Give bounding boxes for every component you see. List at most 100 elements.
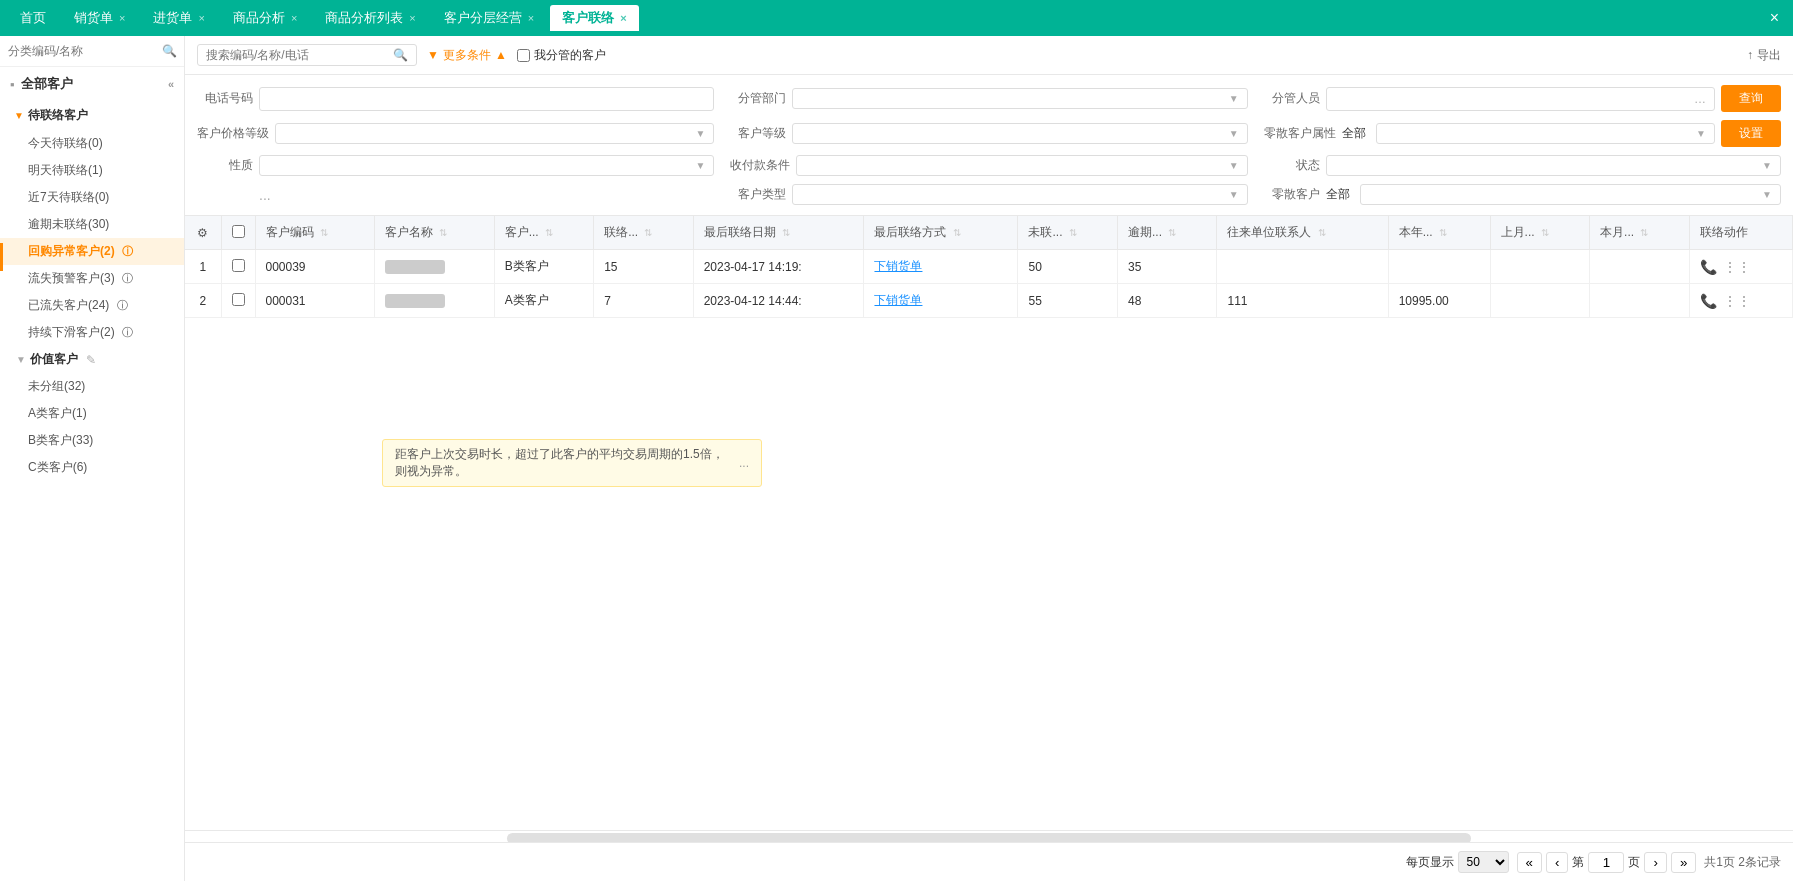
row1-phone-icon[interactable]: 📞 [1700,259,1717,275]
close-customer-contact-tab[interactable]: × [620,12,626,24]
col-last-month-label: 上月... [1501,225,1535,239]
horizontal-scrollbar[interactable] [185,830,1793,842]
repurchase-anomaly-info-icon[interactable]: ⓘ [122,245,133,257]
export-btn[interactable]: ↑ 导出 [1747,47,1781,64]
sidebar-week-pending[interactable]: 近7天待联络(0) [0,184,184,211]
row2-method-link[interactable]: 下销货单 [874,293,922,307]
last-page-btn[interactable]: » [1671,852,1696,873]
all-customers-section[interactable]: ▪ 全部客户 « [0,67,184,101]
first-page-btn[interactable]: « [1517,852,1542,873]
search-icon[interactable]: 🔍 [393,48,408,62]
sidebar-tomorrow-pending[interactable]: 明天待联络(1) [0,157,184,184]
customer-level-down-icon: ▼ [1229,128,1239,139]
sidebar-today-pending[interactable]: 今天待联络(0) [0,130,184,157]
row1-method-link[interactable]: 下销货单 [874,259,922,273]
sidebar-overdue-pending[interactable]: 逾期未联络(30) [0,211,184,238]
query-btn[interactable]: 查询 [1721,85,1781,112]
sidebar-b-class[interactable]: B类客户(33) [0,427,184,454]
col-type-header[interactable]: 客户... ⇅ [494,216,594,250]
filter-phone-input[interactable] [259,87,714,111]
row2-last-method[interactable]: 下销货单 [864,284,1018,318]
sidebar-search-input[interactable] [8,44,158,58]
filter-customer-type-select[interactable]: ▼ [792,184,1247,205]
row2-overdue: 48 [1117,284,1217,318]
phone-input-field[interactable] [268,92,705,106]
tooltip-more-icon[interactable]: ... [739,456,749,470]
value-group-arrow[interactable]: ▼ [16,354,26,365]
tab-analysis[interactable]: 商品分析 × [221,5,309,31]
close-purchase-tab[interactable]: × [198,12,204,24]
page-input[interactable] [1588,852,1624,873]
col-overdue-header[interactable]: 逾期... ⇅ [1117,216,1217,250]
filter-retail-attr-select[interactable]: ▼ [1376,123,1715,144]
col-name-header[interactable]: 客户名称 ⇅ [375,216,495,250]
tab-customer-contact[interactable]: 客户联络 × [550,5,638,31]
filter-more-btn[interactable]: ▼ 更多条件 ▲ [427,47,507,64]
row1-check[interactable] [232,259,245,272]
filter-dept-select[interactable]: ▼ [792,88,1247,109]
col-contact-header[interactable]: 联络... ⇅ [594,216,694,250]
filter-price-level-select[interactable]: ▼ [275,123,714,144]
filter-status-select[interactable]: ▼ [1326,155,1781,176]
col-code-header[interactable]: 客户编码 ⇅ [255,216,375,250]
my-customer-checkbox[interactable] [517,49,530,62]
lost-preview-info-icon[interactable]: ⓘ [122,272,133,284]
col-pending-header[interactable]: 未联... ⇅ [1018,216,1118,250]
sidebar-lost-preview[interactable]: 流失预警客户(3) ⓘ [0,265,184,292]
sidebar-collapse-btn[interactable]: « [168,78,174,90]
filter-manager-select[interactable]: … [1326,87,1715,111]
value-group-edit-icon[interactable]: ✎ [86,353,96,367]
close-window-btn[interactable]: × [1764,9,1785,27]
col-last-month-header[interactable]: 上月... ⇅ [1490,216,1590,250]
close-sales-tab[interactable]: × [119,12,125,24]
pending-group[interactable]: ▼ 待联络客户 [0,101,184,130]
sidebar-repurchase-anomaly[interactable]: 回购异常客户(2) ⓘ [0,238,184,265]
search-input[interactable] [206,48,389,62]
col-overdue-sort-icon: ⇅ [1168,227,1176,238]
prev-page-btn[interactable]: ‹ [1546,852,1568,873]
col-last-date-header[interactable]: 最后联络日期 ⇅ [693,216,864,250]
sidebar-already-lost[interactable]: 已流失客户(24) ⓘ [0,292,184,319]
close-customer-tier-tab[interactable]: × [528,12,534,24]
col-settings[interactable]: ⚙ [185,216,221,250]
tab-analysis-list[interactable]: 商品分析列表 × [313,5,427,31]
sidebar-c-class[interactable]: C类客户(6) [0,454,184,481]
sidebar-ungroup[interactable]: 未分组(32) [0,373,184,400]
tab-home[interactable]: 首页 [8,5,58,31]
row1-checkbox[interactable] [221,250,255,284]
col-last-method-header[interactable]: 最后联络方式 ⇅ [864,216,1018,250]
col-checkbox[interactable] [221,216,255,250]
row2-more-icon[interactable]: ⋮⋮ [1723,293,1751,309]
filter-more-dots[interactable]: ... [259,187,271,203]
filter-customer-level-select[interactable]: ▼ [792,123,1247,144]
filter-gender-select[interactable]: ▼ [259,155,714,176]
tab-purchase[interactable]: 进货单 × [141,5,216,31]
close-analysis-list-tab[interactable]: × [409,12,415,24]
my-customer-checkbox-wrap[interactable]: 我分管的客户 [517,47,606,64]
col-last-date-label: 最后联络日期 [704,225,776,239]
sidebar-search-icon[interactable]: 🔍 [162,44,177,58]
already-lost-info-icon[interactable]: ⓘ [117,299,128,311]
sidebar-keep-dropping[interactable]: 持续下滑客户(2) ⓘ [0,319,184,346]
col-unit-contact-header[interactable]: 往来单位联系人 ⇅ [1217,216,1388,250]
row2-checkbox[interactable] [221,284,255,318]
settings-btn[interactable]: 设置 [1721,120,1781,147]
keep-dropping-info-icon[interactable]: ⓘ [122,326,133,338]
select-all-checkbox[interactable] [232,225,245,238]
sidebar-a-class[interactable]: A类客户(1) [0,400,184,427]
page-size-select-wrap: 每页显示 20 50 100 [1406,851,1509,873]
row1-last-method[interactable]: 下销货单 [864,250,1018,284]
per-page-select[interactable]: 20 50 100 [1458,851,1509,873]
tab-customer-tier[interactable]: 客户分层经营 × [432,5,546,31]
tab-sales[interactable]: 销货单 × [62,5,137,31]
col-this-month-header[interactable]: 本月... ⇅ [1590,216,1690,250]
col-this-year-header[interactable]: 本年... ⇅ [1388,216,1490,250]
row2-phone-icon[interactable]: 📞 [1700,293,1717,309]
filter-retail-customer-select[interactable]: ▼ [1360,184,1781,205]
table-settings-icon[interactable]: ⚙ [197,226,208,240]
next-page-btn[interactable]: › [1644,852,1666,873]
row1-more-icon[interactable]: ⋮⋮ [1723,259,1751,275]
filter-payment-select[interactable]: ▼ [796,155,1247,176]
close-analysis-tab[interactable]: × [291,12,297,24]
row2-check[interactable] [232,293,245,306]
